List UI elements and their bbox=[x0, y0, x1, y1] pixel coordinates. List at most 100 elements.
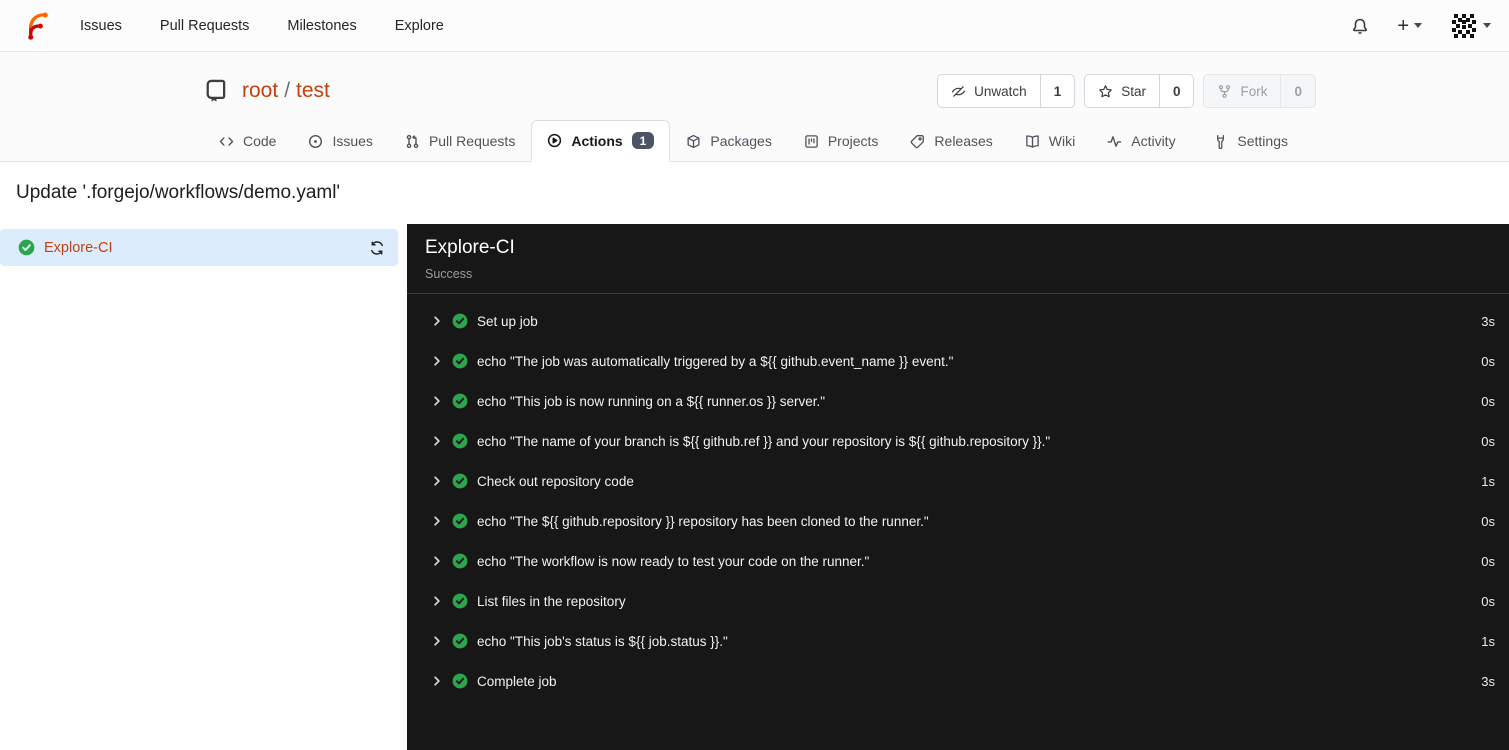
chevron-right-icon bbox=[434, 356, 440, 366]
step-row[interactable]: echo "The ${{ github.repository }} repos… bbox=[407, 501, 1509, 541]
step-row[interactable]: echo "This job is now running on a ${{ r… bbox=[407, 381, 1509, 421]
check-circle-icon bbox=[452, 593, 468, 609]
tab-label: Activity bbox=[1131, 133, 1176, 149]
star-count[interactable]: 0 bbox=[1158, 75, 1194, 107]
tab-label: Pull Requests bbox=[428, 133, 516, 149]
tab-pull-requests[interactable]: Pull Requests bbox=[389, 121, 531, 162]
step-row[interactable]: List files in the repository 0s bbox=[407, 581, 1509, 621]
nav-link[interactable]: Explore bbox=[395, 18, 444, 34]
play-circle-icon bbox=[548, 133, 562, 148]
topbar-right: + bbox=[1351, 11, 1491, 40]
topbar-nav: Issues Pull Requests Milestones Explore bbox=[80, 18, 444, 34]
job-panel-header: Explore-CI Success bbox=[407, 224, 1509, 294]
step-row[interactable]: Set up job 3s bbox=[407, 301, 1509, 341]
user-menu[interactable] bbox=[1450, 11, 1491, 40]
job-item-explore-ci[interactable]: Explore-CI bbox=[0, 229, 398, 266]
tab-label: Settings bbox=[1237, 133, 1288, 149]
tab-wiki[interactable]: Wiki bbox=[1009, 121, 1091, 162]
step-row[interactable]: echo "The name of your branch is ${{ git… bbox=[407, 421, 1509, 461]
forgejo-logo[interactable] bbox=[22, 11, 52, 41]
repo-separator: / bbox=[284, 79, 291, 102]
repo-owner-link[interactable]: root bbox=[242, 79, 278, 102]
pull-request-icon bbox=[406, 134, 419, 148]
step-name: echo "The name of your branch is ${{ git… bbox=[477, 433, 1051, 449]
star-icon bbox=[1099, 84, 1113, 97]
unwatch-button[interactable]: Unwatch bbox=[938, 75, 1040, 107]
check-circle-icon bbox=[452, 433, 468, 449]
step-row[interactable]: echo "The workflow is now ready to test … bbox=[407, 541, 1509, 581]
create-new-button[interactable]: + bbox=[1397, 16, 1422, 36]
tab-issues[interactable]: Issues bbox=[292, 121, 388, 162]
tab-label: Packages bbox=[710, 133, 772, 149]
fork-icon bbox=[1219, 84, 1231, 98]
jobs-sidebar: Explore-CI bbox=[0, 224, 407, 750]
tab-releases[interactable]: Releases bbox=[894, 121, 1008, 162]
step-name: echo "This job's status is ${{ job.statu… bbox=[477, 633, 728, 649]
step-row[interactable]: echo "This job's status is ${{ job.statu… bbox=[407, 621, 1509, 661]
chevron-right-icon bbox=[434, 636, 440, 646]
chevron-right-icon bbox=[434, 596, 440, 606]
chevron-right-icon bbox=[434, 556, 440, 566]
plus-icon: + bbox=[1397, 14, 1409, 37]
chevron-right-icon bbox=[434, 316, 440, 326]
step-duration: 1s bbox=[1481, 473, 1495, 489]
job-name: Explore-CI bbox=[44, 239, 113, 256]
watch-count[interactable]: 1 bbox=[1039, 75, 1075, 107]
step-duration: 0s bbox=[1481, 553, 1495, 569]
repo-name-link[interactable]: test bbox=[296, 79, 330, 102]
avatar bbox=[1450, 11, 1478, 40]
nav-link[interactable]: Pull Requests bbox=[160, 18, 249, 34]
fork-label: Fork bbox=[1240, 83, 1268, 99]
top-navbar: Issues Pull Requests Milestones Explore + bbox=[0, 0, 1509, 52]
step-name: echo "The workflow is now ready to test … bbox=[477, 553, 870, 569]
tab-activity[interactable]: Activity bbox=[1091, 121, 1191, 162]
fork-button[interactable]: Fork bbox=[1204, 75, 1280, 107]
tab-projects[interactable]: Projects bbox=[788, 121, 895, 162]
job-panel-title: Explore-CI bbox=[425, 237, 515, 258]
bell-icon bbox=[1353, 18, 1368, 34]
sync-icon[interactable] bbox=[369, 240, 385, 256]
chevron-right-icon bbox=[434, 476, 440, 486]
step-duration: 0s bbox=[1481, 433, 1495, 449]
repo-title-row: root / test Unwatch 1 Star 0 Fork 0 bbox=[193, 52, 1316, 119]
tab-code[interactable]: Code bbox=[203, 121, 292, 162]
issue-icon bbox=[309, 134, 323, 148]
step-name: Complete job bbox=[477, 673, 557, 689]
tab-packages[interactable]: Packages bbox=[670, 121, 787, 162]
star-button-group: Star 0 bbox=[1084, 74, 1195, 108]
step-duration: 3s bbox=[1481, 673, 1495, 689]
nav-link[interactable]: Milestones bbox=[287, 18, 356, 34]
step-row[interactable]: Complete job 3s bbox=[407, 661, 1509, 701]
fork-count[interactable]: 0 bbox=[1280, 75, 1315, 107]
fork-button-group: Fork 0 bbox=[1203, 74, 1316, 108]
tab-settings[interactable]: Settings bbox=[1197, 121, 1304, 162]
repo-breadcrumb: root / test bbox=[242, 79, 330, 103]
notifications-button[interactable] bbox=[1351, 17, 1369, 35]
check-circle-icon bbox=[452, 513, 468, 529]
check-circle-icon bbox=[452, 313, 468, 329]
code-icon bbox=[219, 136, 234, 146]
step-duration: 0s bbox=[1481, 513, 1495, 529]
step-row[interactable]: Check out repository code 1s bbox=[407, 461, 1509, 501]
check-circle-icon bbox=[452, 473, 468, 489]
run-title: Update '.forgejo/workflows/demo.yaml' bbox=[16, 182, 341, 203]
package-icon bbox=[687, 134, 700, 148]
repo-tabs: Code Issues Pull Requests Actions 1 Pack… bbox=[193, 119, 1316, 162]
step-duration: 0s bbox=[1481, 593, 1495, 609]
tab-label: Projects bbox=[827, 133, 879, 149]
step-name: echo "The job was automatically triggere… bbox=[477, 353, 954, 369]
caret-down-icon bbox=[1414, 23, 1422, 28]
tab-label: Code bbox=[243, 133, 277, 149]
tab-label: Wiki bbox=[1048, 133, 1076, 149]
check-circle-icon bbox=[452, 353, 468, 369]
nav-link[interactable]: Issues bbox=[80, 18, 122, 34]
step-name: Check out repository code bbox=[477, 473, 634, 489]
step-row[interactable]: echo "The job was automatically triggere… bbox=[407, 341, 1509, 381]
star-button[interactable]: Star bbox=[1085, 75, 1159, 107]
tab-actions[interactable]: Actions 1 bbox=[531, 120, 671, 162]
step-duration: 0s bbox=[1481, 353, 1495, 369]
tab-label: Actions bbox=[571, 132, 623, 149]
chevron-right-icon bbox=[434, 676, 440, 686]
caret-down-icon bbox=[1483, 23, 1491, 28]
tag-icon bbox=[911, 134, 925, 148]
